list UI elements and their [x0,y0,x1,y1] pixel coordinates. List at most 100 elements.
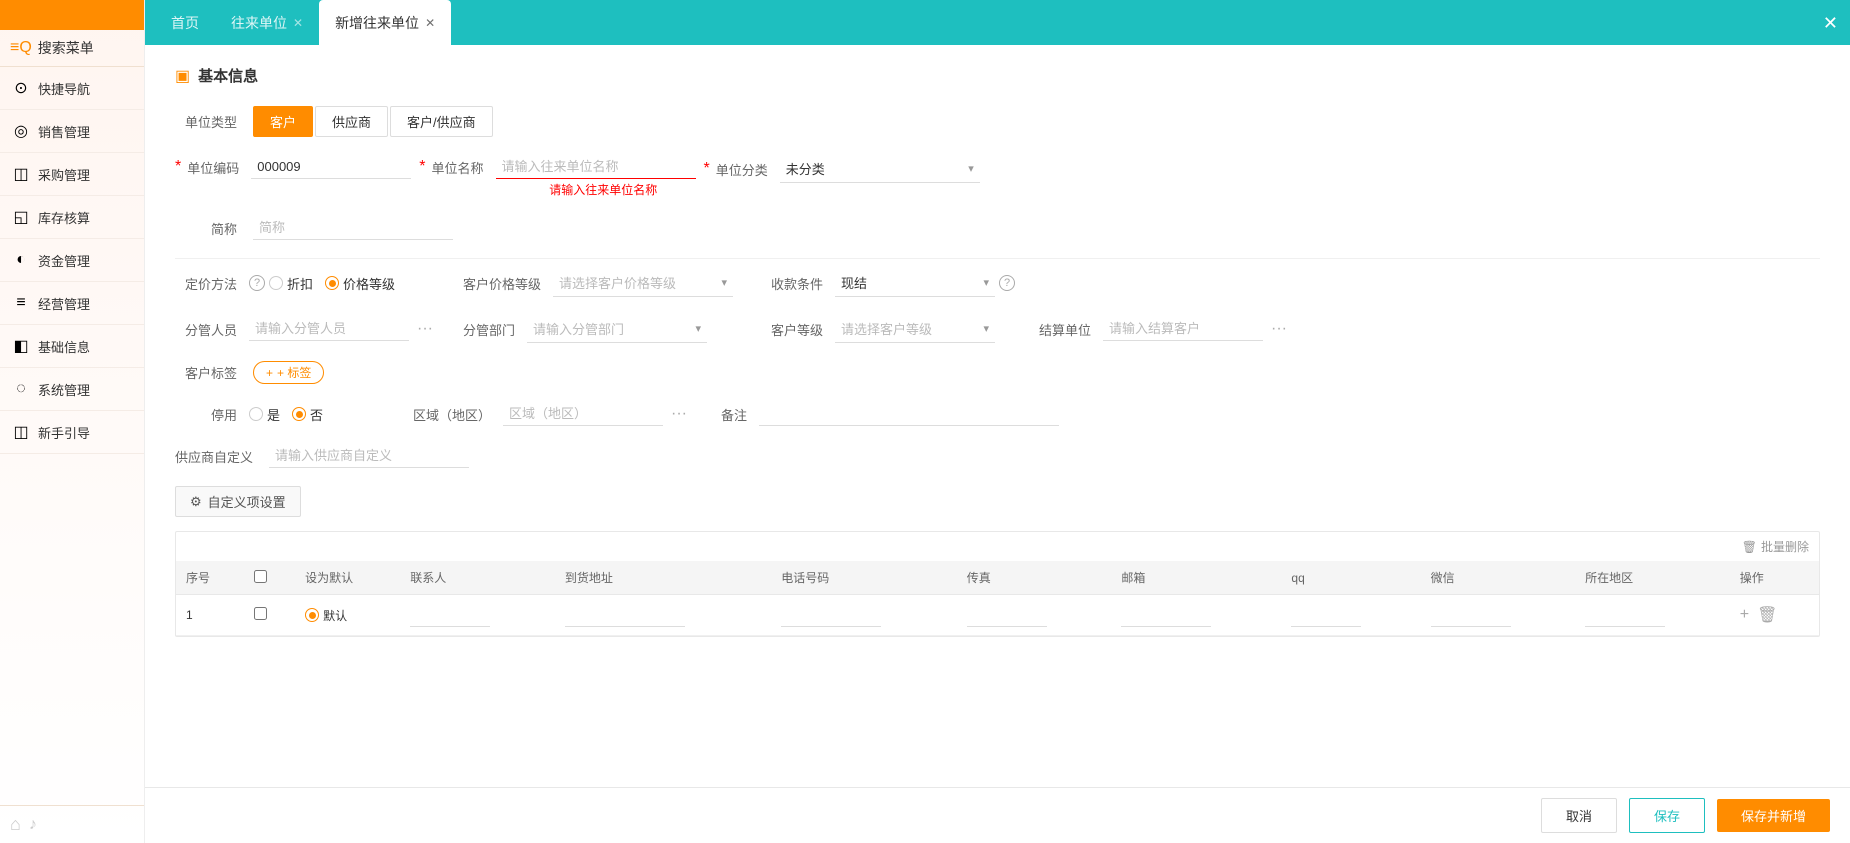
pricing-row: 定价方法 ? 折扣 价格等级 客户价格等级 请选择客户价格等级 [175,269,1820,297]
contact-table: 序号设为默认联系人到货地址电话号码传真邮箱qq微信所在地区操作 1 默认 + 🗑 [176,561,1819,636]
inventory-icon: ◱ [10,206,32,228]
sidebar-item-basic-info[interactable]: ◧ 基础信息 [0,325,144,368]
save-button[interactable]: 保存 [1629,798,1705,833]
type-btn-customer[interactable]: 客户 [253,106,313,137]
unit-name-error: 请输入往来单位名称 [549,181,695,198]
abbr-input[interactable] [253,216,453,240]
tab-new-partner[interactable]: 新增往来单位✕ [319,0,451,45]
sidebar-item-guide[interactable]: ◫ 新手引导 [0,411,144,454]
unit-category-select[interactable]: 未分类 ▾ [780,155,980,183]
sidebar: ≡Q 搜索菜单 ⊙ 快捷导航 ◎ 销售管理 ◫ 采购管理 ◱ 库存核算 ◐ 资金… [0,0,145,843]
settlement-unit-field: 结算单位 ··· [1039,317,1319,341]
unit-code-input[interactable] [251,155,411,179]
table-row: 1 默认 + 🗑 [176,595,1819,636]
settlement-unit-input[interactable] [1103,317,1263,341]
add-tag-label: + 标签 [277,364,311,381]
customer-tag-label: 客户标签 [175,363,245,382]
disabled-yes-option[interactable]: 是 [249,405,280,424]
fax-input-0[interactable] [967,603,1047,627]
phone-input-0[interactable] [781,603,881,627]
main-area: 首页往来单位✕新增往来单位✕ ✕ ▣ 基本信息 单位类型 客户供应商客户/供应商… [145,0,1850,843]
chevron-down-icon5: ▾ [983,322,989,335]
sidebar-item-system[interactable]: ◌ 系统管理 [0,368,144,411]
disabled-label: 停用 [175,405,245,424]
wechat-input-0[interactable] [1431,603,1511,627]
pricing-method-field: 定价方法 ? 折扣 价格等级 [175,274,455,293]
pricing-level-option[interactable]: 价格等级 [325,274,395,293]
address-input-0[interactable] [565,603,685,627]
sidebar-item-sales[interactable]: ◎ 销售管理 [0,110,144,153]
add-tag-button[interactable]: + + 标签 [253,361,324,384]
customer-level-field: 客户等级 请选择客户等级 ▾ [771,315,1031,343]
pricing-discount-radio [269,276,283,290]
default-radio-0[interactable] [305,608,319,622]
email-input-0[interactable] [1121,603,1211,627]
code-name-category-row: * 单位编码 * 单位名称 请输入往来单位名称 * 单位分类 未分类 ▾ [175,155,1820,198]
sidebar-item-operations[interactable]: ≡ 经营管理 [0,282,144,325]
sidebar-search[interactable]: ≡Q 搜索菜单 [0,30,144,67]
select-all-checkbox[interactable] [254,570,267,583]
department-select[interactable]: 请输入分管部门 ▾ [527,315,707,343]
row-checkbox-0[interactable] [254,607,267,620]
supplier-custom-input[interactable] [269,444,469,468]
department-placeholder: 请输入分管部门 [533,319,691,338]
pricing-discount-option[interactable]: 折扣 [269,274,313,293]
pricing-level-radio [325,276,339,290]
save-new-button[interactable]: 保存并新增 [1717,799,1830,832]
sidebar-item-quick-nav[interactable]: ⊙ 快捷导航 [0,67,144,110]
cell-fax [957,595,1112,636]
batch-delete-button[interactable]: 🗑 批量删除 [1742,538,1809,555]
region-input[interactable] [503,402,663,426]
remark-input[interactable] [759,402,1059,426]
disabled-radio-group: 是 否 [249,405,323,424]
content-area: ▣ 基本信息 单位类型 客户供应商客户/供应商 * 单位编码 * 单位名称 [145,45,1850,787]
region-table-input-0[interactable] [1585,603,1665,627]
add-row-button-0[interactable]: + [1740,606,1749,624]
custom-settings-section: ⚙ 自定义项设置 [175,486,1820,517]
unit-type-buttons: 客户供应商客户/供应商 [253,106,493,137]
sidebar-item-inventory[interactable]: ◱ 库存核算 [0,196,144,239]
manager-input[interactable] [249,317,409,341]
tab-close-partners[interactable]: ✕ [293,16,303,30]
window-close-button[interactable]: ✕ [1823,14,1838,32]
required-star3: * [704,160,710,178]
unit-name-label: 单位名称 [431,158,491,177]
sidebar-item-label-sales: 销售管理 [38,122,90,141]
chevron-down-icon: ▾ [968,162,974,175]
tab-partners[interactable]: 往来单位✕ [215,0,319,45]
table-header-qq: qq [1281,561,1420,595]
disabled-no-option[interactable]: 否 [292,405,323,424]
customer-price-level-select[interactable]: 请选择客户价格等级 ▾ [553,269,733,297]
system-icon: ◌ [10,378,32,400]
footer: 取消 保存 保存并新增 [145,787,1850,843]
qq-input-0[interactable] [1291,603,1361,627]
disabled-region-row: 停用 是 否 区域（地区） ··· [175,402,1820,426]
unit-category-value: 未分类 [786,159,964,178]
unit-name-input[interactable] [496,155,696,179]
custom-settings-button[interactable]: ⚙ 自定义项设置 [175,486,301,517]
type-btn-supplier[interactable]: 供应商 [315,106,388,137]
contact-input-0[interactable] [410,603,490,627]
customer-level-select[interactable]: 请选择客户等级 ▾ [835,315,995,343]
default-label-0: 默认 [323,607,347,624]
sidebar-item-finance[interactable]: ◐ 资金管理 [0,239,144,282]
unit-type-row: 单位类型 客户供应商客户/供应商 [175,106,1820,137]
disabled-no-label: 否 [310,405,323,424]
table-header-seq: 序号 [176,561,244,595]
sidebar-item-purchase[interactable]: ◫ 采购管理 [0,153,144,196]
delete-row-button-0[interactable]: 🗑 [1757,605,1777,625]
table-header-contact: 联系人 [400,561,555,595]
department-field: 分管部门 请输入分管部门 ▾ [463,315,763,343]
cancel-button[interactable]: 取消 [1541,798,1617,833]
tab-close-new-partner[interactable]: ✕ [425,16,435,30]
settlement-more-button[interactable]: ··· [1267,320,1291,338]
tab-home[interactable]: 首页 [155,0,215,45]
payment-terms-select[interactable]: 现结 ▾ [835,269,995,297]
table-header-wechat: 微信 [1421,561,1576,595]
pricing-help-icon[interactable]: ? [249,275,265,291]
manager-more-button[interactable]: ··· [413,320,437,338]
region-more-button[interactable]: ··· [667,405,691,423]
required-star2: * [419,158,425,176]
type-btn-both[interactable]: 客户/供应商 [390,106,493,137]
payment-help-icon[interactable]: ? [999,275,1015,291]
